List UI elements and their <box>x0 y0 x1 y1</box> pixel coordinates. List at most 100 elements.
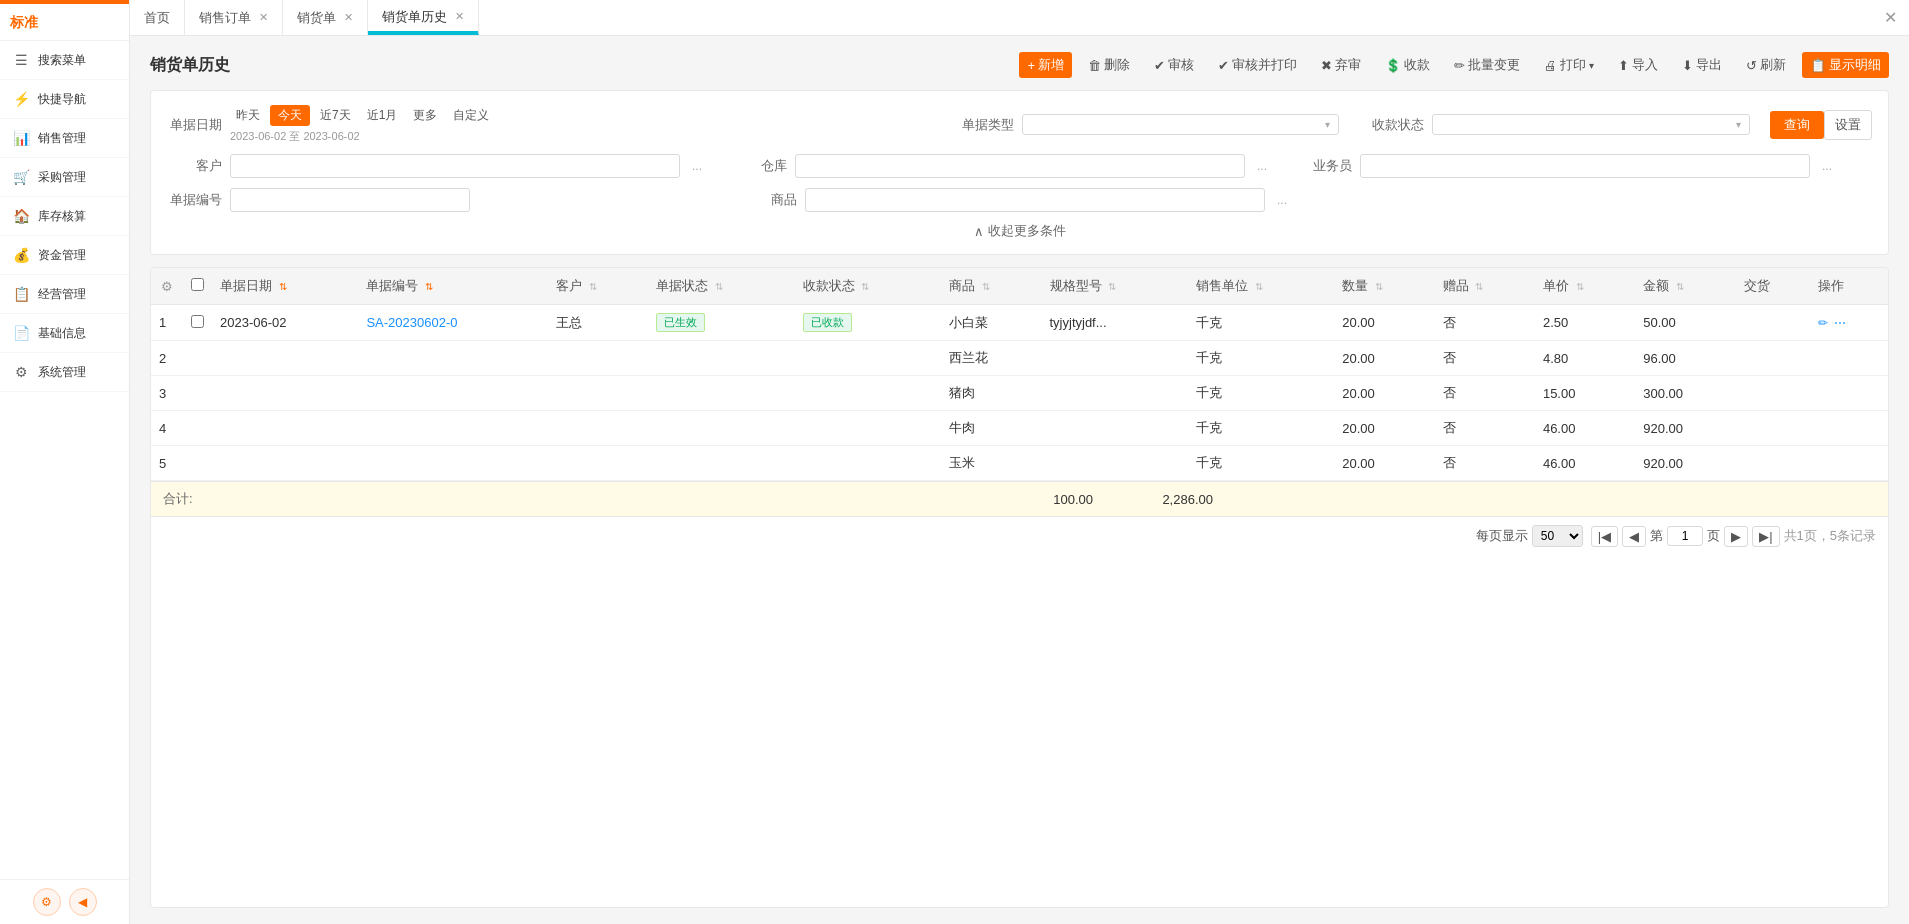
filter-staff-item: 业务员 ... <box>1297 154 1832 178</box>
query-button[interactable]: 查询 <box>1770 111 1824 139</box>
pay-status-badge: 已收款 <box>803 313 852 332</box>
date-7days-btn[interactable]: 近7天 <box>314 105 357 126</box>
sort-doc-status-icon[interactable]: ⇅ <box>715 281 723 292</box>
sidebar-item-purchase-mgmt[interactable]: 🛒 采购管理 <box>0 158 129 197</box>
tab-home[interactable]: 首页 <box>130 0 185 35</box>
more-action[interactable]: ⋯ <box>1834 316 1846 330</box>
sidebar-item-quick-nav[interactable]: ⚡ 快捷导航 <box>0 80 129 119</box>
last-page-btn[interactable]: ▶| <box>1752 526 1779 547</box>
doc-type-select[interactable]: ▾ <box>1022 114 1340 135</box>
inventory-icon: 🏠 <box>12 207 30 225</box>
sidebar-item-sys-mgmt[interactable]: ⚙ 系统管理 <box>0 353 129 392</box>
col-date: 单据日期 ⇅ <box>212 268 358 305</box>
cell-amount: 300.00 <box>1635 376 1735 411</box>
date-quick-group: 昨天 今天 近7天 近1月 更多 自定义 <box>230 105 495 126</box>
export-button[interactable]: ⬇ 导出 <box>1674 52 1730 78</box>
page-input[interactable] <box>1667 526 1703 546</box>
refresh-button[interactable]: ↺ 刷新 <box>1738 52 1794 78</box>
audit-print-button[interactable]: ✔ 审核并打印 <box>1210 52 1305 78</box>
setting-button[interactable]: 设置 <box>1824 110 1872 140</box>
tab-sales-order-close[interactable]: ✕ <box>259 11 268 24</box>
select-all-checkbox[interactable] <box>191 278 204 291</box>
cell-unit: 千克 <box>1188 446 1334 481</box>
sidebar-settings-btn[interactable]: ⚙ <box>33 888 61 916</box>
export-label: 导出 <box>1696 56 1722 74</box>
pay-status-select[interactable]: ▾ <box>1432 114 1750 135</box>
sort-unit-icon[interactable]: ⇅ <box>1255 281 1263 292</box>
abandon-icon: ✖ <box>1321 58 1332 73</box>
goods-ellipsis[interactable]: ... <box>1277 193 1287 207</box>
table-row: 1 2023-06-02 SA-20230602-0 王总 已生效 <box>151 305 1888 341</box>
sort-gift-icon[interactable]: ⇅ <box>1475 281 1483 292</box>
collapse-button[interactable]: ∧ 收起更多条件 <box>974 222 1066 240</box>
prev-page-btn[interactable]: ◀ <box>1622 526 1646 547</box>
pagination: 每页显示 20 50 100 |◀ ◀ 第 页 ▶ ▶| 共1页，5条记录 <box>151 516 1888 555</box>
tab-sales-goods[interactable]: 销货单 ✕ <box>283 0 368 35</box>
sidebar-item-basic-info[interactable]: 📄 基础信息 <box>0 314 129 353</box>
date-1month-btn[interactable]: 近1月 <box>361 105 404 126</box>
sidebar-collapse-btn[interactable]: ◀ <box>69 888 97 916</box>
action-links: ✏ ⋯ <box>1818 316 1880 330</box>
sort-customer-icon[interactable]: ⇅ <box>589 281 597 292</box>
import-button[interactable]: ⬆ 导入 <box>1610 52 1666 78</box>
sidebar-item-finance-mgmt[interactable]: 💰 资金管理 <box>0 236 129 275</box>
tab-sales-order[interactable]: 销售订单 ✕ <box>185 0 283 35</box>
batch-change-button[interactable]: ✏ 批量变更 <box>1446 52 1528 78</box>
delete-button[interactable]: 🗑 删除 <box>1080 52 1138 78</box>
print-button[interactable]: 🖨 打印 ▾ <box>1536 52 1602 78</box>
customer-input[interactable] <box>230 154 680 178</box>
delete-label: 删除 <box>1104 56 1130 74</box>
sidebar-item-inventory-calc[interactable]: 🏠 库存核算 <box>0 197 129 236</box>
col-settings[interactable]: ⚙ <box>151 268 183 305</box>
date-yesterday-btn[interactable]: 昨天 <box>230 105 266 126</box>
sort-amount-icon[interactable]: ⇅ <box>1676 281 1684 292</box>
tab-sales-goods-close[interactable]: ✕ <box>344 11 353 24</box>
warehouse-ellipsis[interactable]: ... <box>1257 159 1267 173</box>
table-footer: 合计: 100.00 2,286.00 <box>151 481 1888 516</box>
cell-qty: 20.00 <box>1334 446 1434 481</box>
tab-sales-history-close[interactable]: ✕ <box>455 10 464 23</box>
collect-button[interactable]: 💲 收款 <box>1377 52 1438 78</box>
date-today-btn[interactable]: 今天 <box>270 105 310 126</box>
goods-input[interactable] <box>805 188 1265 212</box>
col-qty: 数量 ⇅ <box>1334 268 1434 305</box>
doc-no-input[interactable] <box>230 188 470 212</box>
row-checkbox[interactable] <box>191 315 204 328</box>
sidebar-item-ops-mgmt[interactable]: 📋 经营管理 <box>0 275 129 314</box>
sort-no-icon[interactable]: ⇅ <box>425 281 433 292</box>
tab-sales-history[interactable]: 销货单历史 ✕ <box>368 0 479 35</box>
sort-spec-icon[interactable]: ⇅ <box>1108 281 1116 292</box>
date-label: 单据日期 <box>167 116 222 134</box>
page-size-dropdown[interactable]: 20 50 100 <box>1532 525 1583 547</box>
sort-date-icon[interactable]: ⇅ <box>279 281 287 292</box>
date-custom-btn[interactable]: 自定义 <box>447 105 495 126</box>
edit-action[interactable]: ✏ <box>1818 316 1828 330</box>
col-unit-label: 销售单位 <box>1196 278 1248 293</box>
sort-price-icon[interactable]: ⇅ <box>1576 281 1584 292</box>
sidebar-item-search-menu[interactable]: ☰ 搜索菜单 <box>0 41 129 80</box>
next-page-btn[interactable]: ▶ <box>1724 526 1748 547</box>
staff-ellipsis[interactable]: ... <box>1822 159 1832 173</box>
abandon-button[interactable]: ✖ 弃审 <box>1313 52 1369 78</box>
sales-mgmt-icon: 📊 <box>12 129 30 147</box>
audit-button[interactable]: ✔ 审核 <box>1146 52 1202 78</box>
data-table-container: ⚙ 单据日期 ⇅ 单据编号 ⇅ 客户 <box>150 267 1889 908</box>
customer-ellipsis[interactable]: ... <box>692 159 702 173</box>
sort-pay-status-icon[interactable]: ⇅ <box>861 281 869 292</box>
sort-qty-icon[interactable]: ⇅ <box>1375 281 1383 292</box>
first-page-btn[interactable]: |◀ <box>1591 526 1618 547</box>
cell-no[interactable]: SA-20230602-0 <box>358 305 548 341</box>
staff-input[interactable] <box>1360 154 1810 178</box>
sidebar-item-sales-mgmt[interactable]: 📊 销售管理 <box>0 119 129 158</box>
date-more-btn[interactable]: 更多 <box>407 105 443 126</box>
add-button[interactable]: + 新增 <box>1019 52 1072 78</box>
show-detail-button[interactable]: 📋 显示明细 <box>1802 52 1889 78</box>
tab-sales-order-label: 销售订单 <box>199 9 251 27</box>
warehouse-input[interactable] <box>795 154 1245 178</box>
cell-gift: 否 <box>1435 305 1535 341</box>
sort-goods-icon[interactable]: ⇅ <box>982 281 990 292</box>
staff-label: 业务员 <box>1297 157 1352 175</box>
col-no-label: 单据编号 <box>366 278 418 293</box>
doc-no-link[interactable]: SA-20230602-0 <box>366 315 457 330</box>
tab-bar-close-all[interactable]: ✕ <box>1872 8 1909 27</box>
